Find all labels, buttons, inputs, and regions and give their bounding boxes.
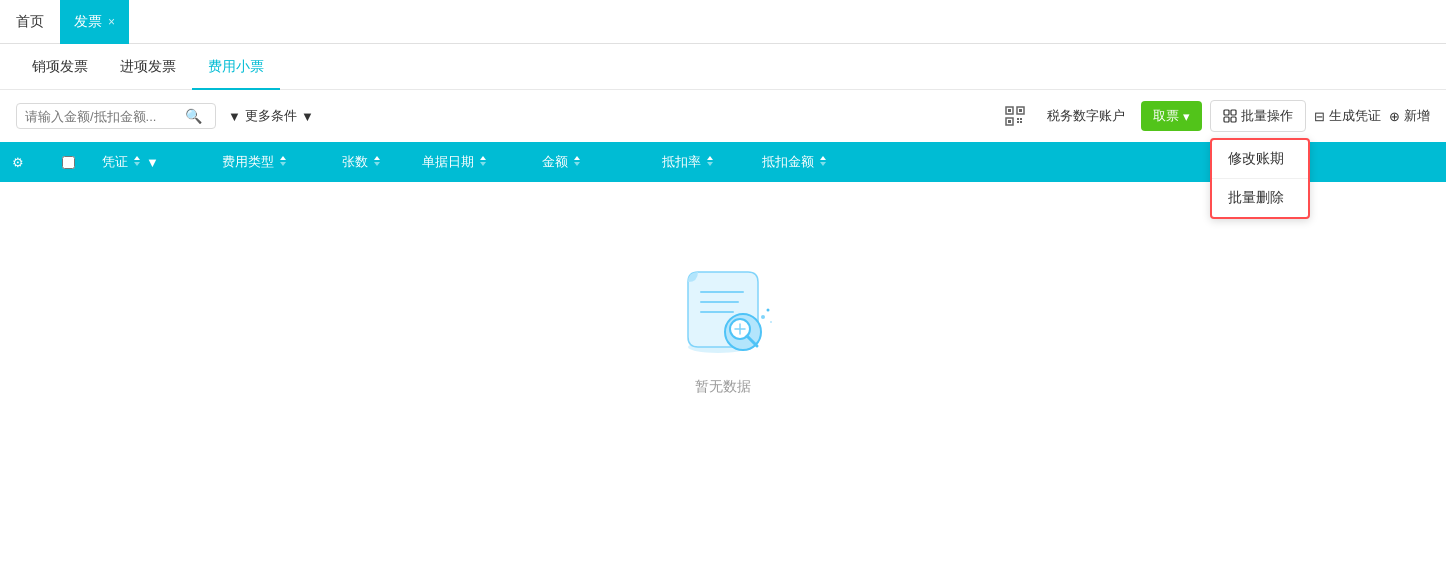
toolbar-left: 🔍 ▼ 更多条件 ▼ xyxy=(16,103,314,129)
amount-sort-icon xyxy=(572,155,582,170)
settings-icon: ⚙ xyxy=(12,155,24,170)
svg-rect-9 xyxy=(1020,121,1022,123)
top-nav: 首页 发票 × xyxy=(0,0,1446,44)
voucher-filter-icon[interactable]: ▼ xyxy=(146,155,159,170)
tab-expense[interactable]: 费用小票 xyxy=(192,44,280,90)
take-ticket-label: 取票 xyxy=(1153,107,1179,125)
close-icon[interactable]: × xyxy=(108,15,115,29)
gen-voucher-icon: ⊟ xyxy=(1314,109,1325,124)
tax-account-btn[interactable]: 税务数字账户 xyxy=(1039,103,1133,129)
svg-rect-13 xyxy=(1231,117,1236,122)
filter-label: 更多条件 xyxy=(245,107,297,125)
svg-rect-5 xyxy=(1008,120,1011,123)
col-voucher[interactable]: 凭证 ▼ xyxy=(98,153,218,171)
qr-icon xyxy=(1005,106,1025,126)
dropdown-item-modify-period[interactable]: 修改账期 xyxy=(1212,140,1308,178)
add-new-label: 新增 xyxy=(1404,107,1430,125)
select-all-checkbox[interactable] xyxy=(62,156,75,169)
empty-illustration xyxy=(663,262,783,362)
batch-op-dropdown: 修改账期 批量删除 xyxy=(1210,138,1310,219)
date-sort-icon xyxy=(478,155,488,170)
tab-purchase[interactable]: 进项发票 xyxy=(104,44,192,90)
col-count[interactable]: 张数 xyxy=(338,153,418,171)
col-expense-type[interactable]: 费用类型 xyxy=(218,153,338,171)
svg-point-25 xyxy=(770,321,772,323)
col-date[interactable]: 单据日期 xyxy=(418,153,538,171)
svg-rect-7 xyxy=(1020,118,1022,120)
deduct-rate-sort-icon xyxy=(705,155,715,170)
svg-rect-10 xyxy=(1224,110,1229,115)
toolbar-right: 税务数字账户 取票 ▾ 批量操作 ⊟ 生成凭证 xyxy=(999,100,1430,132)
svg-rect-6 xyxy=(1017,118,1019,120)
col-checkbox[interactable] xyxy=(58,156,98,169)
svg-rect-1 xyxy=(1008,109,1011,112)
sub-tabs: 销项发票 进项发票 费用小票 xyxy=(0,44,1446,90)
search-box[interactable]: 🔍 xyxy=(16,103,216,129)
gen-voucher-btn[interactable]: ⊟ 生成凭证 xyxy=(1314,107,1381,125)
deduct-amount-sort-icon xyxy=(818,155,828,170)
take-ticket-btn[interactable]: 取票 ▾ xyxy=(1141,101,1202,131)
gen-voucher-label: 生成凭证 xyxy=(1329,107,1381,125)
tab-sales[interactable]: 销项发票 xyxy=(16,44,104,90)
nav-tab-invoice[interactable]: 发票 × xyxy=(60,0,129,44)
main-area: 销项发票 进项发票 费用小票 🔍 ▼ 更多条件 ▼ xyxy=(0,44,1446,584)
dropdown-item-batch-delete[interactable]: 批量删除 xyxy=(1212,178,1308,217)
batch-op-btn[interactable]: 批量操作 xyxy=(1210,100,1306,132)
search-icon[interactable]: 🔍 xyxy=(185,108,202,124)
add-new-btn[interactable]: ⊕ 新增 xyxy=(1389,107,1430,125)
svg-point-23 xyxy=(761,315,765,319)
col-settings[interactable]: ⚙ xyxy=(8,155,58,170)
col-deduct-rate[interactable]: 抵扣率 xyxy=(658,153,758,171)
voucher-sort-icon xyxy=(132,155,142,170)
count-sort-icon xyxy=(372,155,382,170)
svg-point-24 xyxy=(767,309,770,312)
toolbar: 🔍 ▼ 更多条件 ▼ xyxy=(0,90,1446,142)
svg-rect-3 xyxy=(1019,109,1022,112)
qr-icon-btn[interactable] xyxy=(999,100,1031,132)
filter-icon: ▼ xyxy=(228,109,241,124)
nav-tab-label: 发票 xyxy=(74,13,102,31)
col-deduct-amount[interactable]: 抵扣金额 xyxy=(758,153,878,171)
batch-op-label: 批量操作 xyxy=(1241,107,1293,125)
expense-type-sort-icon xyxy=(278,155,288,170)
svg-rect-12 xyxy=(1224,117,1229,122)
add-icon: ⊕ xyxy=(1389,109,1400,124)
svg-rect-8 xyxy=(1017,121,1019,123)
batch-op-icon xyxy=(1223,109,1237,123)
take-ticket-arrow-icon: ▾ xyxy=(1183,109,1190,124)
filter-chevron-icon: ▼ xyxy=(301,109,314,124)
empty-label: 暂无数据 xyxy=(695,378,751,396)
nav-home[interactable]: 首页 xyxy=(0,13,60,31)
empty-svg xyxy=(663,262,783,362)
svg-rect-11 xyxy=(1231,110,1236,115)
search-input[interactable] xyxy=(25,109,185,124)
empty-state: 暂无数据 xyxy=(0,182,1446,456)
col-amount[interactable]: 金额 xyxy=(538,153,658,171)
filter-btn[interactable]: ▼ 更多条件 ▼ xyxy=(228,107,314,125)
